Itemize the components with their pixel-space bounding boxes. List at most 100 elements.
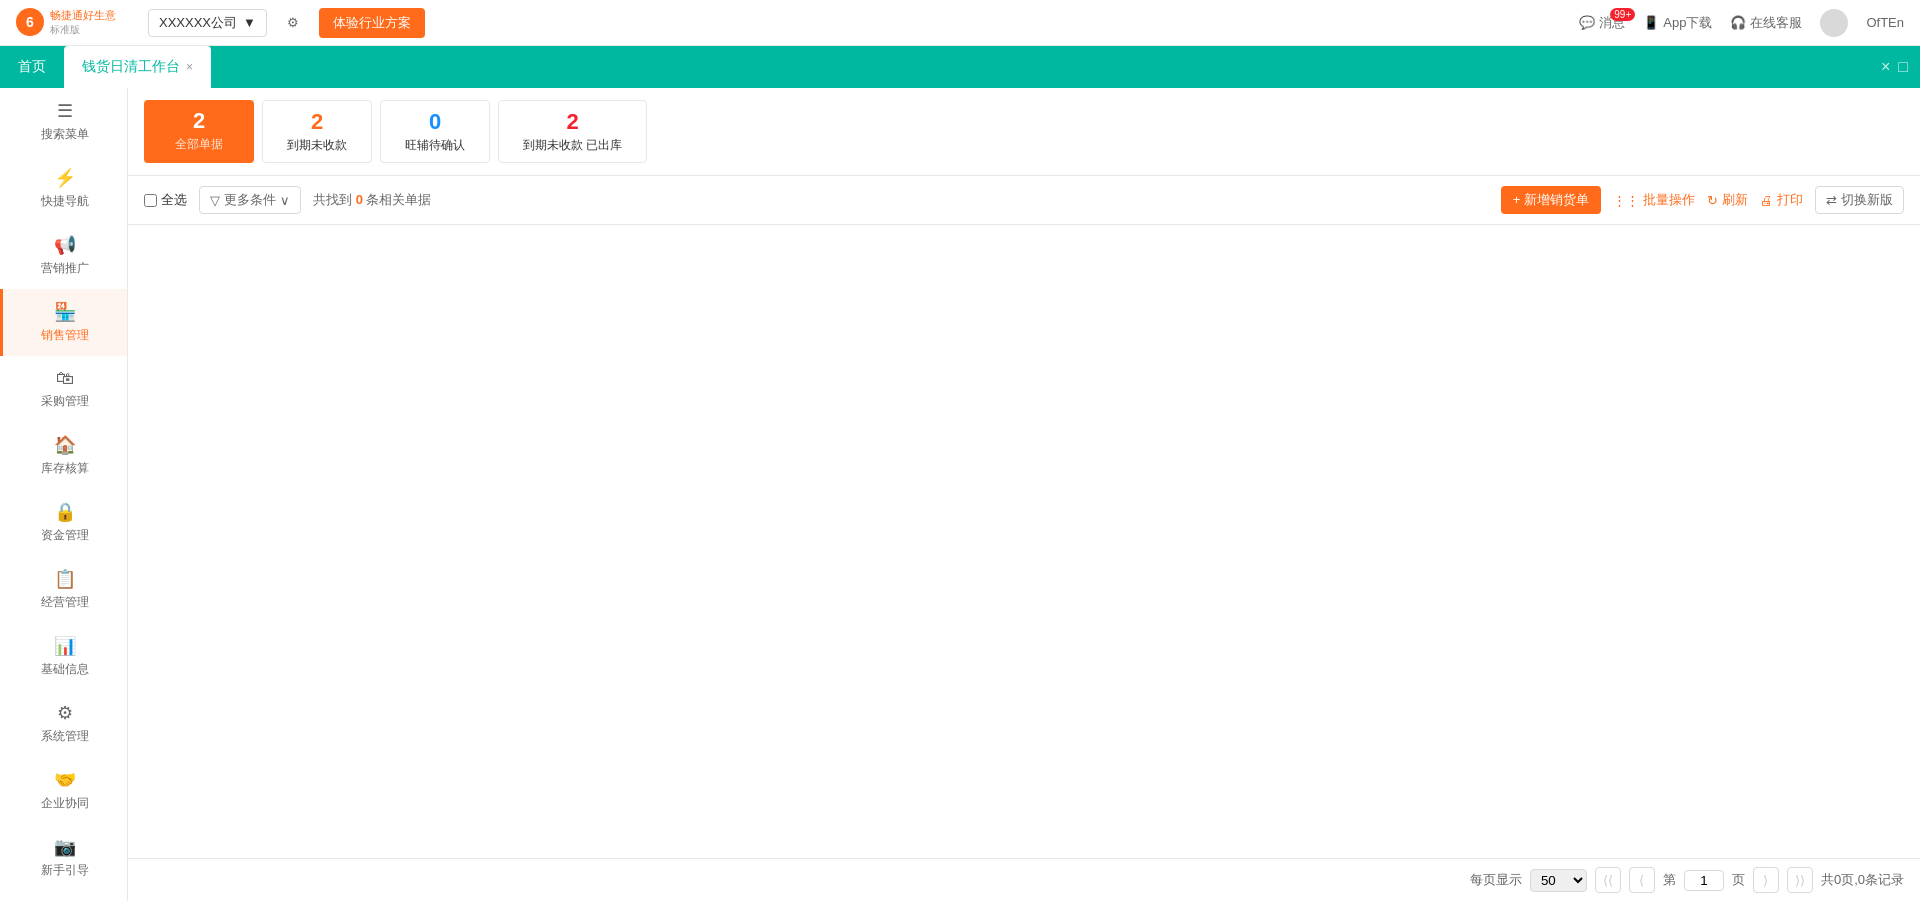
message-button[interactable]: 💬 消息 99+ (1579, 14, 1625, 32)
switch-icon: ⇄ (1826, 193, 1837, 208)
sidebar-item-operations[interactable]: 📋 经营管理 (0, 556, 127, 623)
operations-icon: 📋 (54, 568, 76, 590)
company-selector[interactable]: XXXXXX公司 ▼ (148, 9, 267, 37)
stat-card-overdue[interactable]: 2 到期未收款 (262, 100, 372, 163)
toolbar: 全选 ▽ 更多条件 ∨ 共找到 0 条相关单据 + 新增销货单 ⋮⋮ 批量操作 (128, 176, 1920, 225)
sidebar-item-guide[interactable]: 📷 新手引导 (0, 824, 127, 891)
stat-card-overdue-out[interactable]: 2 到期未收款 已出库 (498, 100, 647, 163)
logo-text: 畅捷通好生意 (50, 8, 116, 22)
sidebar-label-basic-info: 基础信息 (41, 661, 89, 678)
sidebar-label-operations: 经营管理 (41, 594, 89, 611)
per-page-label: 每页显示 (1470, 871, 1522, 889)
switch-version-button[interactable]: ⇄ 切换新版 (1815, 186, 1904, 214)
sidebar-item-search-menu[interactable]: ☰ 搜索菜单 (0, 88, 127, 155)
sidebar-item-quick-nav[interactable]: ⚡ 快捷导航 (0, 155, 127, 222)
page-input[interactable] (1684, 870, 1724, 891)
sidebar-label-quick-nav: 快捷导航 (41, 193, 89, 210)
table-area (128, 225, 1920, 858)
sidebar-item-enterprise[interactable]: 🤝 企业协同 (0, 757, 127, 824)
gear-icon: ⚙ (287, 15, 299, 30)
sales-icon: 🏪 (54, 301, 76, 323)
switch-label: 切换新版 (1841, 191, 1893, 209)
dropdown-icon: ▼ (243, 15, 256, 30)
filter-dropdown-icon: ∨ (280, 193, 290, 208)
sidebar-item-app-center[interactable]: 📦 应用中心 (0, 891, 127, 901)
sidebar-item-purchase[interactable]: 🛍 采购管理 (0, 356, 127, 422)
found-text: 共找到 0 条相关单据 (313, 191, 431, 209)
finance-icon: 🔒 (54, 501, 76, 523)
content-area: 2 全部单据 2 到期未收款 0 旺辅待确认 2 到期未收款 已出库 全选 (128, 88, 1920, 901)
found-prefix: 共找到 (313, 192, 352, 207)
stat-number-wangwang: 0 (429, 109, 441, 135)
select-all-checkbox[interactable]: 全选 (144, 191, 187, 209)
refresh-button[interactable]: ↻ 刷新 (1707, 191, 1748, 209)
sidebar-label-search-menu: 搜索菜单 (41, 126, 89, 143)
sidebar-label-guide: 新手引导 (41, 862, 89, 879)
sidebar-item-basic-info[interactable]: 📊 基础信息 (0, 623, 127, 690)
sidebar-item-sales[interactable]: 🏪 销售管理 (0, 289, 127, 356)
stat-number-overdue: 2 (311, 109, 323, 135)
sidebar-label-inventory: 库存核算 (41, 460, 89, 477)
company-name: XXXXXX公司 (159, 14, 237, 32)
sidebar: ☰ 搜索菜单 ⚡ 快捷导航 📢 营销推广 🏪 销售管理 🛍 采购管理 🏠 库存核… (0, 88, 128, 901)
tab-active[interactable]: 钱货日清工作台 × (64, 46, 211, 88)
sidebar-item-inventory[interactable]: 🏠 库存核算 (0, 422, 127, 489)
add-sale-button[interactable]: + 新增销货单 (1501, 186, 1601, 214)
tab-close-icon[interactable]: × (186, 60, 193, 74)
username: OfTEn (1866, 15, 1904, 30)
last-page-button[interactable]: ⟩⟩ (1787, 867, 1813, 893)
online-service-button[interactable]: 🎧 在线客服 (1730, 14, 1802, 32)
sidebar-label-enterprise: 企业协同 (41, 795, 89, 812)
tab-maximize-icon[interactable]: □ (1898, 58, 1908, 76)
found-suffix: 条相关单据 (366, 192, 431, 207)
stat-card-all[interactable]: 2 全部单据 (144, 100, 254, 163)
stats-row: 2 全部单据 2 到期未收款 0 旺辅待确认 2 到期未收款 已出库 (128, 88, 1920, 176)
page-label: 第 (1663, 871, 1676, 889)
stat-label-all: 全部单据 (175, 136, 223, 153)
page-suffix: 页 (1732, 871, 1745, 889)
stat-label-overdue: 到期未收款 (287, 137, 347, 154)
online-service-label: 在线客服 (1750, 14, 1802, 32)
search-menu-icon: ☰ (57, 100, 73, 122)
batch-label: 批量操作 (1643, 191, 1695, 209)
toolbar-right: + 新增销货单 ⋮⋮ 批量操作 ↻ 刷新 🖨 打印 ⇄ 切换新版 (1501, 186, 1904, 214)
refresh-label: 刷新 (1722, 191, 1748, 209)
logo-icon: 6 (16, 8, 44, 36)
select-all-input[interactable] (144, 194, 157, 207)
filter-button[interactable]: ▽ 更多条件 ∨ (199, 186, 301, 214)
prev-page-button[interactable]: ⟨ (1629, 867, 1655, 893)
filter-label: 更多条件 (224, 191, 276, 209)
tab-bar: 首页 钱货日清工作台 × × □ (0, 46, 1920, 88)
stat-number-all: 2 (193, 108, 205, 134)
sidebar-label-finance: 资金管理 (41, 527, 89, 544)
print-label: 打印 (1777, 191, 1803, 209)
app-download-button[interactable]: 📱 App下载 (1643, 14, 1712, 32)
per-page-select[interactable]: 50 100 200 (1530, 869, 1587, 892)
print-button[interactable]: 🖨 打印 (1760, 191, 1803, 209)
pagination-bar: 每页显示 50 100 200 ⟨⟨ ⟨ 第 页 ⟩ ⟩⟩ 共0页,0条记录 (128, 858, 1920, 901)
logo-sub: 标准版 (50, 23, 116, 37)
basic-info-icon: 📊 (54, 635, 76, 657)
first-page-button[interactable]: ⟨⟨ (1595, 867, 1621, 893)
quick-nav-icon: ⚡ (54, 167, 76, 189)
sidebar-item-system[interactable]: ⚙ 系统管理 (0, 690, 127, 757)
enterprise-icon: 🤝 (54, 769, 76, 791)
toolbar-left: 全选 ▽ 更多条件 ∨ 共找到 0 条相关单据 (144, 186, 431, 214)
settings-button[interactable]: ⚙ (279, 9, 307, 37)
tab-minimize-icon[interactable]: × (1881, 58, 1890, 76)
batch-button[interactable]: ⋮⋮ 批量操作 (1613, 191, 1695, 209)
tab-home[interactable]: 首页 (0, 46, 64, 88)
avatar[interactable] (1820, 9, 1848, 37)
next-page-button[interactable]: ⟩ (1753, 867, 1779, 893)
marketing-icon: 📢 (54, 234, 76, 256)
stat-card-wangwang[interactable]: 0 旺辅待确认 (380, 100, 490, 163)
sidebar-item-marketing[interactable]: 📢 营销推广 (0, 222, 127, 289)
top-header: 6 畅捷通好生意 标准版 XXXXXX公司 ▼ ⚙ 体验行业方案 💬 消息 99… (0, 0, 1920, 46)
trial-button[interactable]: 体验行业方案 (319, 8, 425, 38)
filter-icon: ▽ (210, 193, 220, 208)
found-count: 0 (356, 192, 363, 207)
stat-number-overdue-out: 2 (567, 109, 579, 135)
empty-area (128, 225, 1920, 858)
main-layout: ☰ 搜索菜单 ⚡ 快捷导航 📢 营销推广 🏪 销售管理 🛍 采购管理 🏠 库存核… (0, 88, 1920, 901)
sidebar-item-finance[interactable]: 🔒 资金管理 (0, 489, 127, 556)
